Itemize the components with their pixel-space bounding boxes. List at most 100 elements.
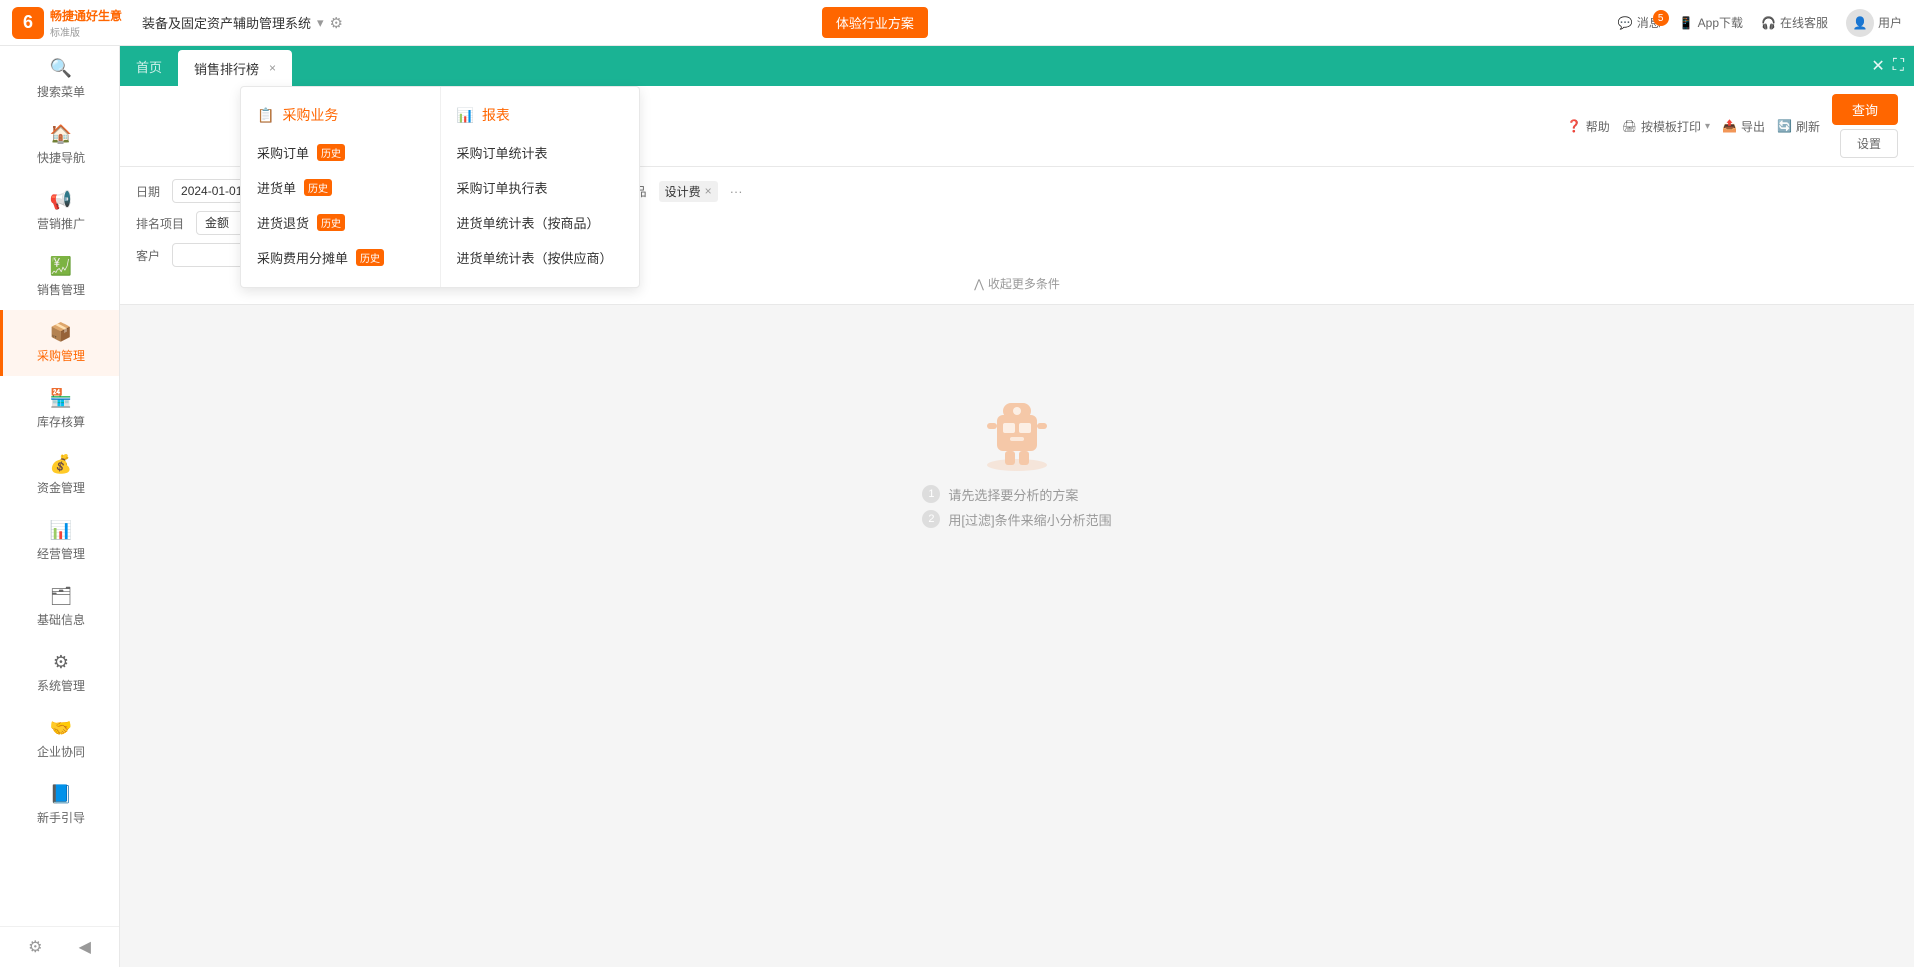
dropdown-item-incoming[interactable]: 进货单 历史 [241, 170, 440, 205]
customer-label: 客户 [136, 247, 160, 264]
dropdown-item-report-1[interactable]: 采购订单执行表 [441, 170, 640, 205]
dropdown-col-reports-header: 📊 报表 [441, 99, 640, 135]
sidebar-item-label: 新手引导 [37, 809, 85, 826]
rank-label: 排名项目 [136, 215, 184, 232]
tab-bar-right: ✕ ⛶ [1871, 56, 1914, 76]
dropdown-item-report-2[interactable]: 进货单统计表（按商品） [441, 205, 640, 240]
dropdown-col-reports: 📊 报表 采购订单统计表 采购订单执行表 进货单统计表（按商品） 进货单统计表（… [440, 87, 640, 287]
print-btn[interactable]: 🖨 按模板打印 ▾ [1622, 118, 1710, 135]
tab-bar: 首页 销售排行榜 × ✕ ⛶ [120, 46, 1914, 86]
hist-badge-3: 历史 [356, 249, 384, 266]
sidebar-item-sales[interactable]: 💹 销售管理 [0, 244, 119, 310]
sidebar-item-system[interactable]: ⚙ 系统管理 [0, 640, 119, 706]
system-name-area: 装备及固定资产辅助管理系统 ▾ ⚙ [142, 13, 812, 32]
empty-hint: 1 请先选择要分析的方案 2 用[过滤]条件来缩小分析范围 [922, 485, 1111, 529]
enterprise-icon: 🤝 [50, 718, 72, 739]
goods-dots[interactable]: ··· [730, 184, 743, 199]
guide-icon: 📘 [50, 784, 72, 805]
help-icon: ❓ [1567, 119, 1582, 133]
hist-badge-2: 历史 [317, 214, 345, 231]
topbar: 6 畅捷通好生意 标准版 装备及固定资产辅助管理系统 ▾ ⚙ 体验行业方案 💬 … [0, 0, 1914, 46]
export-btn[interactable]: 📤 导出 [1722, 118, 1765, 135]
empty-hint-1: 1 请先选择要分析的方案 [922, 485, 1111, 504]
sidebar-item-label: 采购管理 [37, 347, 85, 364]
industry-btn[interactable]: 体验行业方案 [822, 7, 928, 38]
print-icon: 🖨 [1622, 119, 1637, 133]
home-icon: 🏠 [50, 124, 72, 145]
sidebar-collapse-icon[interactable]: ◀ [79, 937, 91, 957]
user-name: 用户 [1878, 14, 1902, 31]
set-btn[interactable]: 设置 [1840, 129, 1898, 158]
settings-icon[interactable]: ⚙ [330, 14, 343, 32]
sidebar-item-label: 快捷导航 [37, 149, 85, 166]
refresh-icon: 🔄 [1777, 119, 1792, 133]
empty-hint-2: 2 用[过滤]条件来缩小分析范围 [922, 510, 1111, 529]
sidebar-item-label: 资金管理 [37, 479, 85, 496]
sidebar-item-quick-nav[interactable]: 🏠 快捷导航 [0, 112, 119, 178]
system-name: 装备及固定资产辅助管理系统 [142, 13, 311, 32]
sidebar-item-label: 搜索菜单 [37, 83, 85, 100]
search-icon: 🔍 [50, 58, 72, 79]
print-chevron-icon: ▾ [1705, 121, 1710, 132]
system-chevron-icon[interactable]: ▾ [317, 15, 324, 31]
sidebar: 🔍 搜索菜单 🏠 快捷导航 📢 营销推广 💹 销售管理 📦 采购管理 🏪 库存核… [0, 46, 120, 967]
dropdown-item-report-0[interactable]: 采购订单统计表 [441, 135, 640, 170]
sidebar-item-search[interactable]: 🔍 搜索菜单 [0, 46, 119, 112]
dropdown-menu: 📋 采购业务 采购订单 历史 进货单 历史 进货退货 历史 [240, 86, 640, 288]
app-download-btn[interactable]: 📱 App下载 [1679, 14, 1743, 31]
sidebar-item-label: 经营管理 [37, 545, 85, 562]
sidebar-settings-icon[interactable]: ⚙ [28, 937, 42, 957]
purchase-col-icon: 📋 [257, 107, 274, 124]
goods-tag-close[interactable]: × [705, 184, 712, 198]
dropdown-item-return[interactable]: 进货退货 历史 [241, 205, 440, 240]
sidebar-item-finance[interactable]: 💰 资金管理 [0, 442, 119, 508]
megaphone-icon: 📢 [50, 190, 72, 211]
phone-icon: 📱 [1679, 16, 1694, 30]
edition-badge: 标准版 [50, 24, 122, 39]
sidebar-item-base-info[interactable]: 🗂 基础信息 [0, 574, 119, 640]
tab-home[interactable]: 首页 [120, 46, 178, 86]
brand-name: 畅捷通好生意 [50, 7, 122, 24]
sidebar-item-inventory[interactable]: 🏪 库存核算 [0, 376, 119, 442]
date-label: 日期 [136, 183, 160, 200]
hist-badge-0: 历史 [317, 144, 345, 161]
dropdown-item-report-3[interactable]: 进货单统计表（按供应商） [441, 240, 640, 275]
query-btn[interactable]: 查询 [1832, 94, 1898, 125]
headset-icon: 🎧 [1761, 16, 1776, 30]
reports-col-icon: 📊 [457, 107, 474, 124]
tab-bar-expand-btn[interactable]: ⛶ [1893, 57, 1904, 75]
sidebar-item-label: 系统管理 [37, 677, 85, 694]
dropdown-overlay: 📋 采购业务 采购订单 历史 进货单 历史 进货退货 历史 [240, 86, 640, 288]
sales-icon: 💹 [50, 256, 72, 277]
sidebar-item-guide[interactable]: 📘 新手引导 [0, 772, 119, 838]
user-area[interactable]: 👤 用户 [1846, 9, 1902, 37]
dropdown-item-purchase-order[interactable]: 采购订单 历史 [241, 135, 440, 170]
dropdown-col-purchase: 📋 采购业务 采购订单 历史 进货单 历史 进货退货 历史 [241, 87, 440, 287]
topbar-right: 💬 消息 5 📱 App下载 🎧 在线客服 👤 用户 [1618, 9, 1902, 37]
empty-illustration [967, 385, 1067, 475]
message-icon: 💬 [1618, 16, 1633, 30]
date-start: 2024-01-01 [181, 184, 242, 198]
sidebar-item-enterprise[interactable]: 🤝 企业协同 [0, 706, 119, 772]
export-icon: 📤 [1722, 119, 1737, 133]
tab-sales-rank[interactable]: 销售排行榜 × [178, 50, 292, 86]
tab-close-icon[interactable]: × [269, 61, 276, 75]
sidebar-item-operations[interactable]: 📊 经营管理 [0, 508, 119, 574]
sidebar-item-purchase[interactable]: 📦 采购管理 [0, 310, 119, 376]
sidebar-item-marketing[interactable]: 📢 营销推广 [0, 178, 119, 244]
main-layout: 🔍 搜索菜单 🏠 快捷导航 📢 营销推广 💹 销售管理 📦 采购管理 🏪 库存核… [0, 46, 1914, 967]
empty-state: 1 请先选择要分析的方案 2 用[过滤]条件来缩小分析范围 [120, 305, 1914, 609]
online-service-btn[interactable]: 🎧 在线客服 [1761, 14, 1828, 31]
sidebar-item-label: 基础信息 [37, 611, 85, 628]
sidebar-item-label: 营销推广 [37, 215, 85, 232]
tab-bar-close-btn[interactable]: ✕ [1871, 56, 1884, 76]
message-btn[interactable]: 💬 消息 5 [1618, 14, 1661, 31]
dropdown-col-purchase-header: 📋 采购业务 [241, 99, 440, 135]
help-btn[interactable]: ❓ 帮助 [1567, 118, 1610, 135]
hist-badge-1: 历史 [304, 179, 332, 196]
sidebar-bottom: ⚙ ◀ [0, 926, 119, 967]
logo: 6 畅捷通好生意 标准版 [12, 7, 132, 39]
refresh-btn[interactable]: 🔄 刷新 [1777, 118, 1820, 135]
user-avatar: 👤 [1846, 9, 1874, 37]
dropdown-item-expense[interactable]: 采购费用分摊单 历史 [241, 240, 440, 275]
